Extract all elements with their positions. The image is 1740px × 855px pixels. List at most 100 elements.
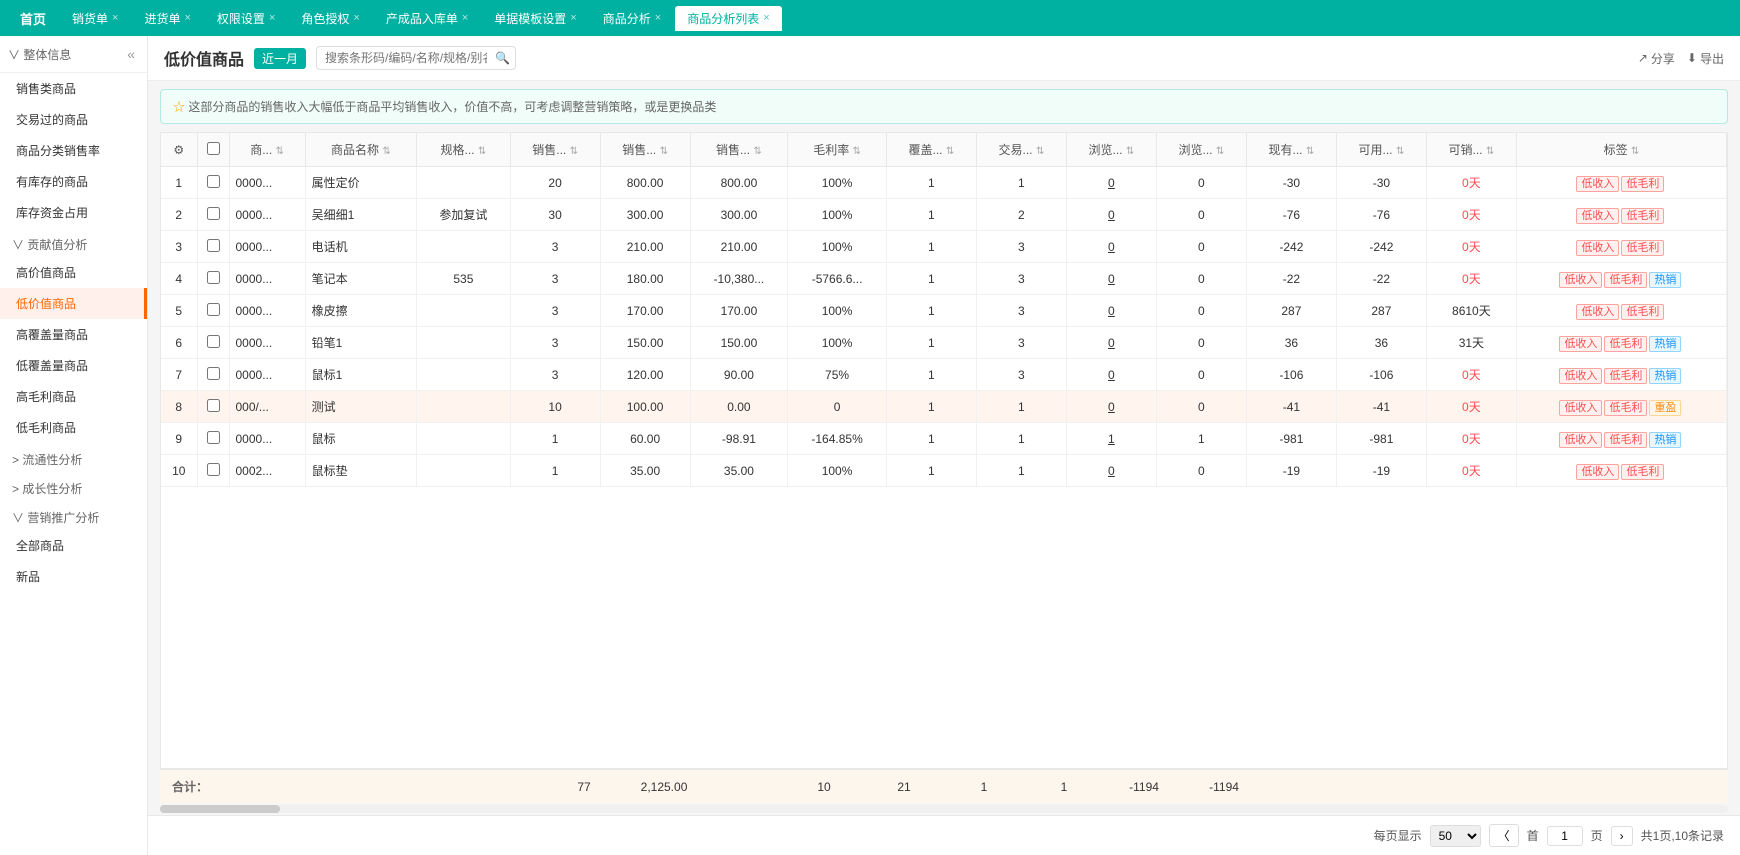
close-icon[interactable]: × [655,12,661,24]
sidebar-item-low-coverage[interactable]: 低覆盖量商品 [0,350,147,381]
col-code[interactable]: 商... ⇅ [229,133,305,167]
sidebar-item-category-rate[interactable]: 商品分类销售率 [0,135,147,166]
sidebar-collapse-btn[interactable]: « [123,42,139,66]
nav-tab-home[interactable]: 首页 [8,5,58,32]
export-btn[interactable]: ⬇ 导出 [1687,50,1724,67]
sidebar-item-high-value[interactable]: 高价值商品 [0,257,147,288]
first-page-btn[interactable]: 〈 [1489,824,1519,847]
cell-sales-qty: 3 [510,295,600,327]
cell-view1[interactable]: 0 [1066,231,1156,263]
share-btn[interactable]: ↗ 分享 [1638,50,1675,67]
cell-view1[interactable]: 0 [1066,199,1156,231]
cell-checkbox[interactable] [197,455,229,487]
nav-tab-analysis[interactable]: 商品分析 × [591,6,673,31]
sidebar-item-high-margin[interactable]: 高毛利商品 [0,381,147,412]
search-input[interactable] [316,46,516,70]
row-checkbox[interactable] [207,463,220,476]
col-view2[interactable]: 浏览... ⇅ [1156,133,1246,167]
scrollbar-thumb[interactable] [160,805,280,813]
nav-tab-perms[interactable]: 权限设置 × [205,6,287,31]
cell-checkbox[interactable] [197,391,229,423]
cell-view1[interactable]: 0 [1066,455,1156,487]
row-checkbox[interactable] [207,175,220,188]
scrollbar-track[interactable] [160,805,1728,813]
col-settings[interactable]: ⚙ [161,133,197,167]
row-checkbox[interactable] [207,207,220,220]
col-current[interactable]: 现有... ⇅ [1246,133,1336,167]
col-spec[interactable]: 规格... ⇅ [417,133,511,167]
time-filter-btn[interactable]: 近一月 [254,48,306,69]
cell-view1[interactable]: 0 [1066,295,1156,327]
col-gross-margin[interactable]: 毛利率 ⇅ [788,133,887,167]
cell-current: 287 [1246,295,1336,327]
sidebar-item-inventory-funds[interactable]: 库存资金占用 [0,197,147,228]
cell-view1[interactable]: 1 [1066,423,1156,455]
cell-checkbox[interactable] [197,167,229,199]
cell-view1[interactable]: 0 [1066,327,1156,359]
sidebar-item-all-goods[interactable]: 全部商品 [0,530,147,561]
cell-checkbox[interactable] [197,423,229,455]
row-checkbox[interactable] [207,303,220,316]
nav-tab-stock[interactable]: 产成品入库单 × [374,6,480,31]
cell-available: -30 [1336,167,1426,199]
sidebar-item-new-goods[interactable]: 新品 [0,561,147,592]
row-checkbox[interactable] [207,367,220,380]
close-icon[interactable]: × [462,12,468,24]
cell-code: 0000... [229,359,305,391]
row-checkbox[interactable] [207,271,220,284]
cell-checkbox[interactable] [197,359,229,391]
cell-view2: 0 [1156,167,1246,199]
close-icon[interactable]: × [269,12,275,24]
row-checkbox[interactable] [207,335,220,348]
col-sales-qty[interactable]: 销售... ⇅ [510,133,600,167]
cell-view1[interactable]: 0 [1066,391,1156,423]
cell-checkbox[interactable] [197,199,229,231]
sidebar-item-low-value[interactable]: 低价值商品 [0,288,147,319]
sidebar-item-low-margin[interactable]: 低毛利商品 [0,412,147,443]
sidebar-item-high-coverage[interactable]: 高覆盖量商品 [0,319,147,350]
nav-tab-purchase[interactable]: 进货单 × [132,6,202,31]
col-tags[interactable]: 标签 ⇅ [1516,133,1726,167]
col-available[interactable]: 可用... ⇅ [1336,133,1426,167]
sidebar-item-inventory-goods[interactable]: 有库存的商品 [0,166,147,197]
sidebar-item-traded-goods[interactable]: 交易过的商品 [0,104,147,135]
cell-checkbox[interactable] [197,327,229,359]
cell-view1[interactable]: 0 [1066,263,1156,295]
col-checkbox[interactable] [197,133,229,167]
nav-tab-template[interactable]: 单据模板设置 × [482,6,588,31]
cell-current: -242 [1246,231,1336,263]
col-saleable[interactable]: 可销... ⇅ [1426,133,1516,167]
nav-tab-roles[interactable]: 角色授权 × [289,6,371,31]
nav-tab-sales[interactable]: 销货单 × [60,6,130,31]
page-size-select[interactable]: 50 100 200 [1430,825,1481,847]
row-checkbox[interactable] [207,239,220,252]
cell-view1[interactable]: 0 [1066,359,1156,391]
cell-checkbox[interactable] [197,263,229,295]
col-coverage[interactable]: 覆盖... ⇅ [886,133,976,167]
row-checkbox[interactable] [207,431,220,444]
cell-coverage: 1 [886,231,976,263]
cell-checkbox[interactable] [197,295,229,327]
close-icon[interactable]: × [763,12,769,24]
col-trade[interactable]: 交易... ⇅ [976,133,1066,167]
close-icon[interactable]: × [184,12,190,24]
col-sales-amount[interactable]: 销售... ⇅ [690,133,788,167]
col-name[interactable]: 商品名称 ⇅ [305,133,416,167]
nav-tab-analysis-list[interactable]: 商品分析列表 × [675,6,781,31]
search-icon[interactable]: 🔍 [495,51,510,65]
cell-checkbox[interactable] [197,231,229,263]
close-icon[interactable]: × [112,12,118,24]
sidebar-group-circulation[interactable]: > 流通性分析 [0,443,147,472]
page-number-input[interactable] [1547,826,1583,846]
close-icon[interactable]: × [353,12,359,24]
sidebar-group-growth[interactable]: > 成长性分析 [0,472,147,501]
row-checkbox[interactable] [207,399,220,412]
close-icon[interactable]: × [570,12,576,24]
select-all-checkbox[interactable] [207,142,220,155]
sidebar-item-sales-goods[interactable]: 销售类商品 [0,73,147,104]
next-page-btn[interactable]: › [1611,826,1633,846]
col-sales-price[interactable]: 销售... ⇅ [600,133,690,167]
col-view1[interactable]: 浏览... ⇅ [1066,133,1156,167]
cell-current: -30 [1246,167,1336,199]
cell-view1[interactable]: 0 [1066,167,1156,199]
